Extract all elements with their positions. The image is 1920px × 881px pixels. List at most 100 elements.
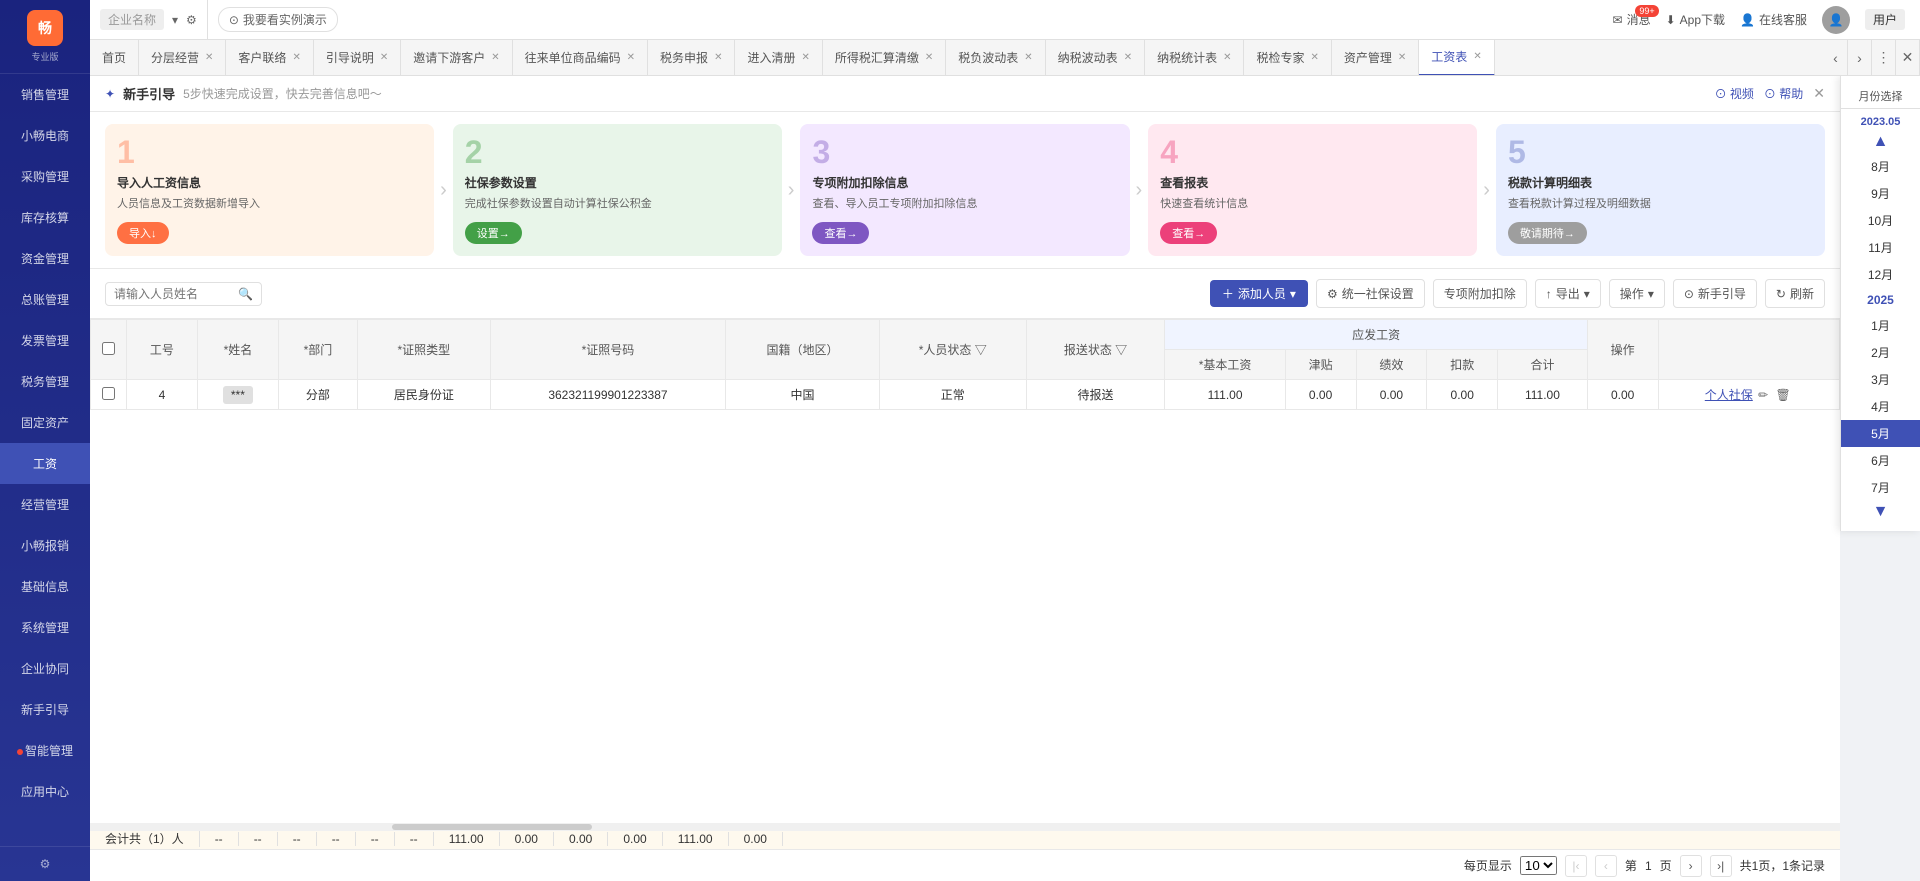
row-checkbox[interactable] [102,387,115,400]
tab-home[interactable]: 首页 [90,40,139,76]
sidebar-item-fixed-assets[interactable]: 固定资产 [0,402,90,443]
tab-close-hierarchy[interactable]: ✕ [205,52,213,63]
sidebar-item-invoice[interactable]: 发票管理 [0,320,90,361]
tab-salary[interactable]: 工资表✕ [1419,40,1494,76]
horizontal-scrollbar[interactable] [90,823,1840,831]
month-nav-up[interactable]: ▲ [1871,131,1891,153]
sidebar-item-salary[interactable]: 工资 [0,443,90,484]
step-1-btn[interactable]: 导入↓ [117,222,169,244]
page-last-btn[interactable]: ›| [1710,855,1732,877]
sidebar-item-ai[interactable]: 智能管理 [0,730,90,771]
tab-close-tax-stats[interactable]: ✕ [1223,52,1231,63]
sidebar-item-purchase[interactable]: 采购管理 [0,156,90,197]
tab-close-clearance[interactable]: ✕ [801,52,809,63]
tab-assets[interactable]: 资产管理✕ [1332,40,1419,76]
tab-nav-prev[interactable]: ‹ [1824,40,1848,76]
tab-guide[interactable]: 引导说明✕ [314,40,401,76]
month-item-8[interactable]: 8月 [1841,153,1920,180]
month-item-11[interactable]: 11月 [1841,234,1920,261]
tab-income-tax[interactable]: 所得税汇算清缴✕ [823,40,946,76]
user-avatar[interactable]: 👤 [1822,6,1850,34]
tab-nav-next[interactable]: › [1848,40,1872,76]
sidebar-item-ecommerce[interactable]: 小畅电商 [0,115,90,156]
sidebar-item-basic-info[interactable]: 基础信息 [0,566,90,607]
search-icon[interactable]: 🔍 [238,287,253,301]
month-item-3[interactable]: 3月 [1841,366,1920,393]
guide-close-btn[interactable]: ✕ [1813,85,1825,102]
guide-video-btn[interactable]: ⊙ 视频 [1715,85,1754,102]
sidebar-item-sales[interactable]: 销售管理 [0,74,90,115]
tab-close-tax-report[interactable]: ✕ [714,52,722,63]
month-item-7[interactable]: 7月 [1841,474,1920,501]
tab-clearance[interactable]: 进入清册✕ [735,40,822,76]
tab-close-tax-wave[interactable]: ✕ [1124,52,1132,63]
page-prev-btn[interactable]: ‹ [1595,855,1617,877]
sidebar-item-apps[interactable]: 应用中心 [0,771,90,812]
scroll-thumb[interactable] [392,824,592,830]
tab-close-customer[interactable]: ✕ [292,52,300,63]
row-delete-icon[interactable]: 🗑 [1776,388,1791,402]
select-all-checkbox[interactable] [102,342,115,355]
guide-help-btn[interactable]: ⊙ 帮助 [1764,85,1803,102]
online-service-btn[interactable]: 👤 在线客服 [1740,11,1807,28]
tab-tax-report[interactable]: 税务申报✕ [648,40,735,76]
row-personal-social-link[interactable]: 个人社保 [1705,388,1753,402]
sidebar-item-ledger[interactable]: 总账管理 [0,279,90,320]
tab-close-tax-burden[interactable]: ✕ [1024,52,1032,63]
month-item-1[interactable]: 1月 [1841,312,1920,339]
tab-hierarchy[interactable]: 分层经营✕ [139,40,226,76]
month-nav-down[interactable]: ▼ [1871,501,1891,523]
month-item-12[interactable]: 12月 [1841,261,1920,288]
operation-btn[interactable]: 操作 ▾ [1609,279,1665,308]
tab-tax-expert[interactable]: 税检专家✕ [1244,40,1331,76]
tab-invite[interactable]: 邀请下游客户✕ [401,40,512,76]
tab-customer[interactable]: 客户联络✕ [226,40,313,76]
add-person-btn[interactable]: ＋ 添加人员 ▾ [1210,280,1308,307]
step-2-btn[interactable]: 设置→ [465,222,522,244]
tab-close-income-tax[interactable]: ✕ [925,52,933,63]
sidebar-logo[interactable]: 畅 专业版 [0,0,90,74]
social-setting-btn[interactable]: ⚙ 统一社保设置 [1316,279,1425,308]
tab-close-product-code[interactable]: ✕ [627,52,635,63]
sidebar-item-tax[interactable]: 税务管理 [0,361,90,402]
sidebar-item-system[interactable]: 系统管理 [0,607,90,648]
step-3-btn[interactable]: 查看→ [812,222,869,244]
month-item-6[interactable]: 6月 [1841,447,1920,474]
topbar-settings-icon[interactable]: ⚙ [186,13,197,27]
row-edit-icon[interactable]: ✏ [1758,388,1768,402]
report-filter-icon[interactable]: ▽ [1115,343,1127,357]
step-5-btn[interactable]: 敬请期待→ [1508,222,1587,244]
tab-close-salary[interactable]: ✕ [1473,51,1481,62]
sidebar-settings-btn[interactable]: ⚙ [0,846,90,881]
sidebar-item-expense[interactable]: 小畅报销 [0,525,90,566]
month-item-10[interactable]: 10月 [1841,207,1920,234]
tab-product-code[interactable]: 往来单位商品编码✕ [513,40,648,76]
tab-close-tax-expert[interactable]: ✕ [1311,52,1319,63]
app-download-btn[interactable]: ⬇ App下载 [1666,11,1725,28]
topbar-dropdown-icon[interactable]: ▾ [172,13,178,27]
sidebar-item-cooperation[interactable]: 企业协同 [0,648,90,689]
sidebar-item-management[interactable]: 经营管理 [0,484,90,525]
step-4-btn[interactable]: 查看→ [1160,222,1217,244]
demo-btn[interactable]: ⊙ 我要看实例演示 [218,7,338,32]
month-item-4[interactable]: 4月 [1841,393,1920,420]
refresh-btn[interactable]: ↻ 刷新 [1765,279,1825,308]
message-btn[interactable]: ✉ 消息 99+ [1613,11,1651,28]
sidebar-item-guide[interactable]: 新手引导 [0,689,90,730]
sidebar-item-inventory[interactable]: 库存核算 [0,197,90,238]
tab-close-all[interactable]: ✕ [1896,40,1920,76]
page-size-select[interactable]: 10 20 50 [1520,856,1557,875]
tab-close-invite[interactable]: ✕ [491,52,499,63]
export-btn[interactable]: ↑ 导出 ▾ [1535,279,1601,308]
search-input[interactable] [114,287,234,301]
status-filter-icon[interactable]: ▽ [975,343,987,357]
tab-close-guide[interactable]: ✕ [380,52,388,63]
newhand-guide-btn[interactable]: ⊙ 新手引导 [1673,279,1757,308]
month-item-9[interactable]: 9月 [1841,180,1920,207]
special-deduction-btn[interactable]: 专项附加扣除 [1433,279,1527,308]
month-item-5[interactable]: 5月 [1841,420,1920,447]
tab-tax-burden[interactable]: 税负波动表✕ [946,40,1045,76]
sidebar-item-finance[interactable]: 资金管理 [0,238,90,279]
tab-tax-stats[interactable]: 纳税统计表✕ [1145,40,1244,76]
page-first-btn[interactable]: |‹ [1565,855,1587,877]
